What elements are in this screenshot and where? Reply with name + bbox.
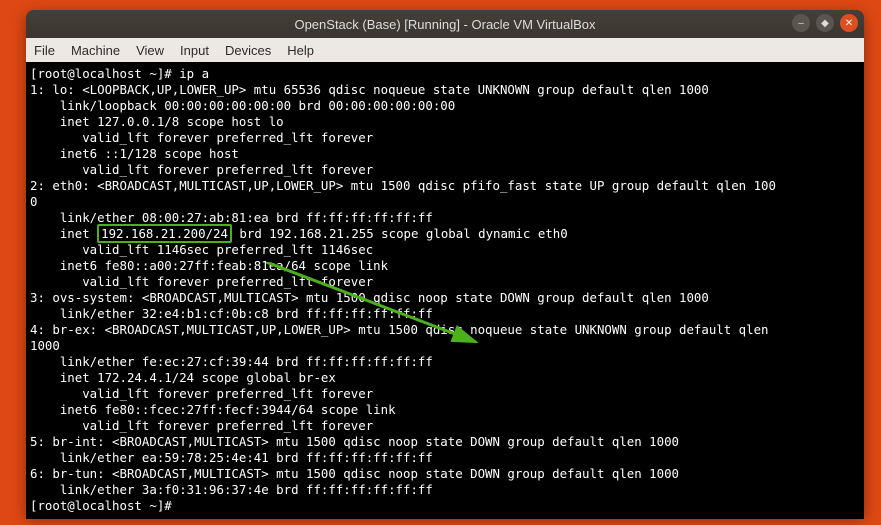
output-line: link/ether ea:59:78:25:4e:41 brd ff:ff:f… [30, 450, 433, 465]
output-line: 5: br-int: <BROADCAST,MULTICAST> mtu 150… [30, 434, 679, 449]
output-line: 1: lo: <LOOPBACK,UP,LOWER_UP> mtu 65536 … [30, 82, 709, 97]
output-line: 2: eth0: <BROADCAST,MULTICAST,UP,LOWER_U… [30, 178, 776, 193]
output-line: valid_lft 1146sec preferred_lft 1146sec [30, 242, 373, 257]
window-title: OpenStack (Base) [Running] - Oracle VM V… [26, 17, 864, 32]
titlebar[interactable]: OpenStack (Base) [Running] - Oracle VM V… [26, 10, 864, 38]
menu-devices[interactable]: Devices [225, 43, 271, 58]
output-line: 0 [30, 194, 37, 209]
output-line: 3: ovs-system: <BROADCAST,MULTICAST> mtu… [30, 290, 709, 305]
output-line: valid_lft forever preferred_lft forever [30, 130, 373, 145]
output-line: link/ether 08:00:27:ab:81:ea brd ff:ff:f… [30, 210, 433, 225]
output-line: inet 192.168.21.200/24 brd 192.168.21.25… [30, 226, 568, 241]
output-line: valid_lft forever preferred_lft forever [30, 418, 373, 433]
vm-window: OpenStack (Base) [Running] - Oracle VM V… [26, 10, 864, 515]
menu-help[interactable]: Help [287, 43, 314, 58]
prompt-line: [root@localhost ~]# [30, 498, 172, 513]
menu-view[interactable]: View [136, 43, 164, 58]
output-line: link/ether fe:ec:27:cf:39:44 brd ff:ff:f… [30, 354, 433, 369]
output-line: inet6 fe80::fcec:27ff:fecf:3944/64 scope… [30, 402, 396, 417]
menu-file[interactable]: File [34, 43, 55, 58]
menubar: File Machine View Input Devices Help [26, 38, 864, 62]
output-line: valid_lft forever preferred_lft forever [30, 386, 373, 401]
output-line: 1000 [30, 338, 60, 353]
output-line: inet6 ::1/128 scope host [30, 146, 239, 161]
output-line: 4: br-ex: <BROADCAST,MULTICAST,UP,LOWER_… [30, 322, 776, 337]
output-line: valid_lft forever preferred_lft forever [30, 274, 373, 289]
minimize-button[interactable]: – [792, 14, 810, 32]
output-line: inet 127.0.0.1/8 scope host lo [30, 114, 284, 129]
output-line: 6: br-tun: <BROADCAST,MULTICAST> mtu 150… [30, 466, 679, 481]
window-controls: – ◆ ✕ [792, 14, 858, 32]
menu-machine[interactable]: Machine [71, 43, 120, 58]
maximize-button[interactable]: ◆ [816, 14, 834, 32]
prompt-line: [root@localhost ~]# ip a [30, 66, 209, 81]
output-line: inet 172.24.4.1/24 scope global br-ex [30, 370, 336, 385]
output-line: link/ether 3a:f0:31:96:37:4e brd ff:ff:f… [30, 482, 433, 497]
output-line: inet6 fe80::a00:27ff:feab:81ea/64 scope … [30, 258, 388, 273]
output-line: link/loopback 00:00:00:00:00:00 brd 00:0… [30, 98, 455, 113]
close-button[interactable]: ✕ [840, 14, 858, 32]
output-line: valid_lft forever preferred_lft forever [30, 162, 373, 177]
terminal[interactable]: [root@localhost ~]# ip a 1: lo: <LOOPBAC… [26, 62, 864, 519]
menu-input[interactable]: Input [180, 43, 209, 58]
output-line: link/ether 32:e4:b1:cf:0b:c8 brd ff:ff:f… [30, 306, 433, 321]
ip-highlight: 192.168.21.200/24 [97, 224, 232, 243]
